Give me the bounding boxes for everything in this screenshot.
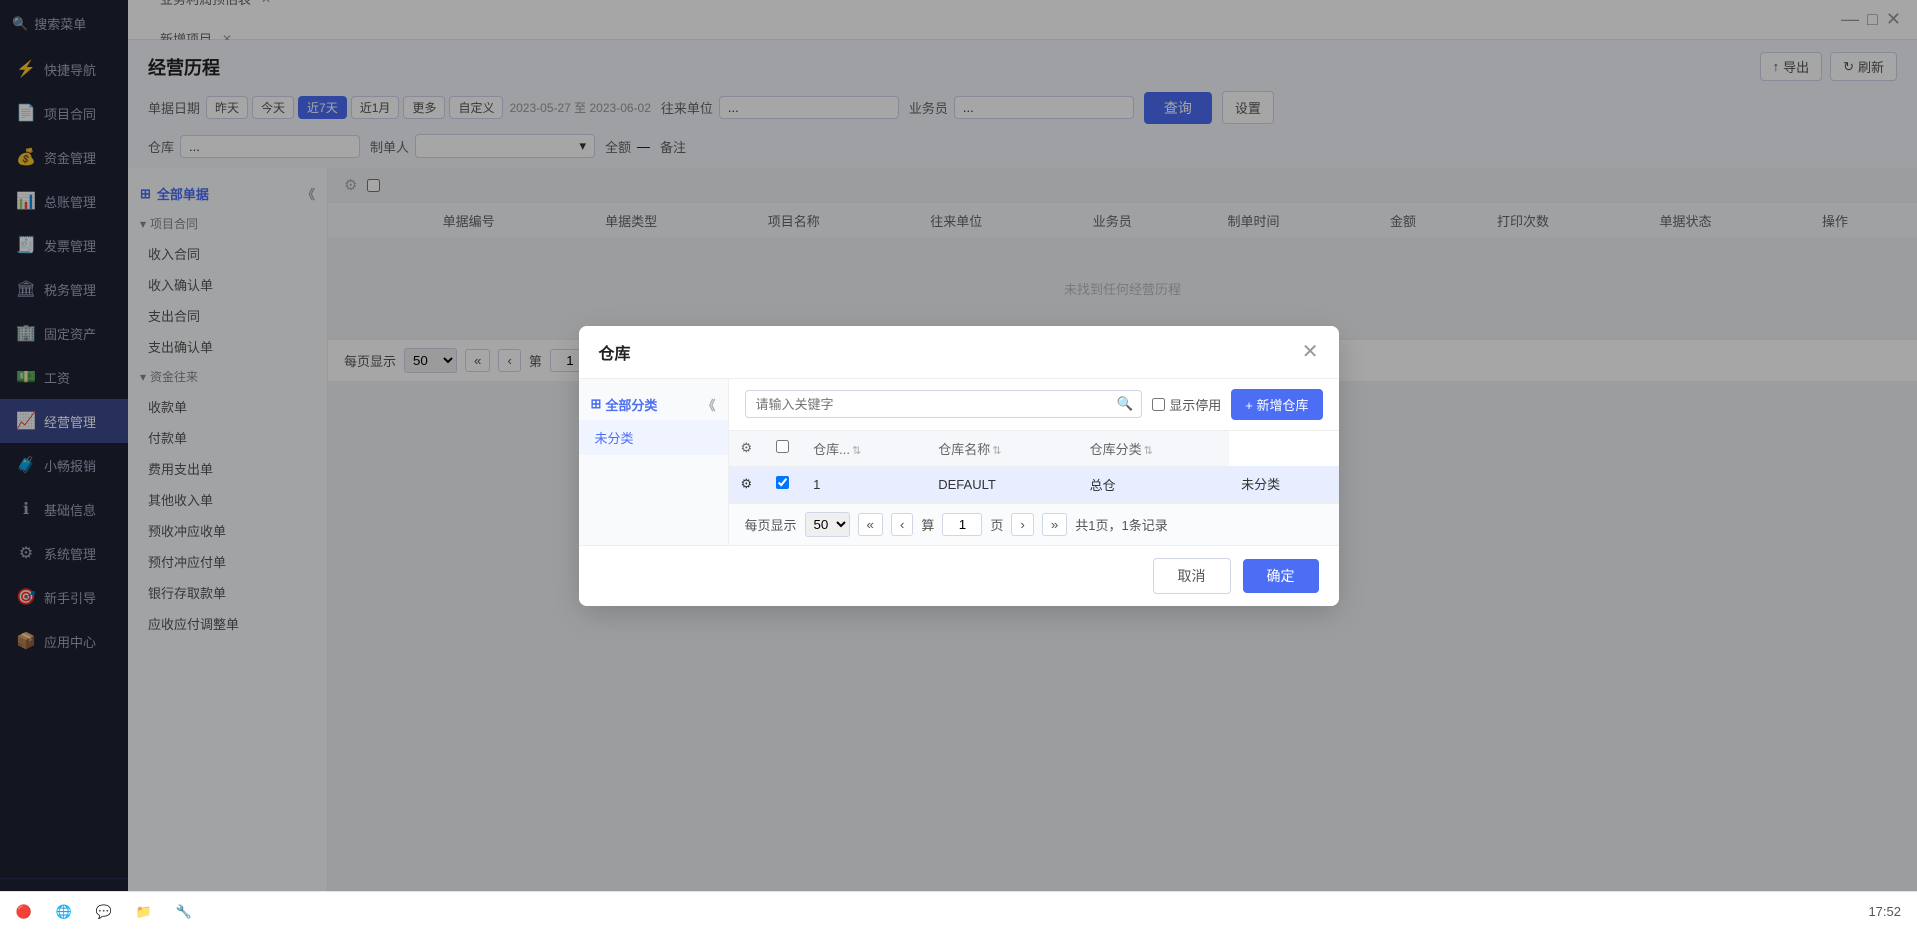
dialog-search-box: 🔍 — [745, 390, 1143, 418]
dialog-last-btn[interactable]: » — [1042, 513, 1067, 536]
row-category: 未分类 — [1229, 466, 1338, 502]
dialog-sidebar-item-未分类[interactable]: 未分类 — [579, 420, 728, 455]
dialog-total: 共1页，1条记录 — [1075, 515, 1167, 534]
dialog-collapse-icon[interactable]: 《 — [702, 395, 715, 414]
cancel-button[interactable]: 取消 — [1153, 558, 1231, 594]
th-code: 仓库...⇅ — [801, 431, 926, 467]
dialog-sidebar: ⊞ 全部分类 《 未分类 — [579, 379, 729, 545]
taskbar-app-5[interactable]: 🔧 — [168, 896, 200, 928]
gear-icon-row: ⚙ — [741, 476, 753, 491]
warehouse-dialog: 仓库 ✕ ⊞ 全部分类 《 未分类 — [579, 326, 1339, 606]
dialog-search-button[interactable]: 🔍 — [1109, 391, 1142, 417]
grid-icon-dialog: ⊞ — [591, 396, 602, 412]
row-id: 1 — [801, 466, 926, 502]
row-gear[interactable]: ⚙ — [729, 466, 765, 502]
dialog-toolbar: 🔍 显示停用 + 新增仓库 — [729, 379, 1339, 431]
show-disabled-checkbox[interactable] — [1152, 398, 1165, 411]
th-checkbox — [764, 431, 801, 467]
dialog-title: 仓库 — [599, 340, 631, 364]
dialog-all-label: 全部分类 — [605, 395, 657, 414]
th-gear: ⚙ — [729, 431, 765, 467]
th-category: 仓库分类⇅ — [1078, 431, 1229, 467]
dialog-main: 🔍 显示停用 + 新增仓库 ⚙ — [729, 379, 1339, 545]
dialog-table-header: ⚙ 仓库...⇅ 仓库名称⇅ — [729, 431, 1339, 467]
row-code: DEFAULT — [926, 466, 1077, 502]
confirm-button[interactable]: 确定 — [1243, 559, 1319, 593]
taskbar-app-2[interactable]: 🌐 — [48, 896, 80, 928]
dialog-first-btn[interactable]: « — [858, 513, 883, 536]
dialog-page-label: 算 — [921, 515, 934, 534]
row-check[interactable] — [776, 476, 789, 489]
taskbar-app-4[interactable]: 📁 — [128, 896, 160, 928]
dialog-page-unit: 页 — [990, 515, 1003, 534]
dialog-search-input[interactable] — [746, 392, 1109, 417]
dialog-page-input[interactable] — [942, 513, 982, 536]
dialog-sidebar-items: 未分类 — [579, 420, 728, 455]
taskbar-app-1[interactable]: 🔴 — [8, 896, 40, 928]
modal-overlay: 仓库 ✕ ⊞ 全部分类 《 未分类 — [0, 0, 1917, 931]
dialog-footer-pagination: 每页显示 50 « ‹ 算 页 › » 共1页，1条记录 — [729, 503, 1339, 545]
add-warehouse-button[interactable]: + 新增仓库 — [1231, 389, 1322, 420]
dialog-table-row[interactable]: ⚙ 1 DEFAULT 总仓 未分类 — [729, 466, 1339, 502]
row-checkbox[interactable] — [764, 466, 801, 502]
row-name: 总仓 — [1078, 466, 1229, 502]
dialog-table-wrap: ⚙ 仓库...⇅ 仓库名称⇅ — [729, 431, 1339, 503]
dialog-sidebar-all[interactable]: ⊞ 全部分类 《 — [579, 389, 728, 420]
dialog-table-body: ⚙ 1 DEFAULT 总仓 未分类 — [729, 466, 1339, 502]
dialog-next-btn[interactable]: › — [1011, 513, 1033, 536]
dialog-select-all[interactable] — [776, 440, 789, 453]
dialog-per-page-label: 每页显示 — [745, 515, 797, 534]
show-disabled-label[interactable]: 显示停用 — [1152, 395, 1221, 414]
dialog-body: ⊞ 全部分类 《 未分类 🔍 显示停用 — [579, 379, 1339, 545]
th-name: 仓库名称⇅ — [926, 431, 1077, 467]
taskbar-time: 17:52 — [1868, 904, 1909, 919]
dialog-per-page-select[interactable]: 50 — [805, 512, 850, 537]
show-disabled-text: 显示停用 — [1169, 395, 1221, 414]
taskbar-icons: 🔴 🌐 💬 📁 🔧 — [8, 896, 200, 928]
taskbar-app-3[interactable]: 💬 — [88, 896, 120, 928]
dialog-prev-btn[interactable]: ‹ — [891, 513, 913, 536]
dialog-header: 仓库 ✕ — [579, 326, 1339, 379]
dialog-close-btn[interactable]: ✕ — [1302, 342, 1319, 362]
dialog-sidebar-scroll: 未分类 — [579, 420, 728, 535]
dialog-actions: 取消 确定 — [579, 545, 1339, 606]
dialog-table: ⚙ 仓库...⇅ 仓库名称⇅ — [729, 431, 1339, 503]
taskbar: 🔴 🌐 💬 📁 🔧 17:52 — [0, 891, 1917, 931]
gear-icon-th[interactable]: ⚙ — [741, 440, 753, 455]
